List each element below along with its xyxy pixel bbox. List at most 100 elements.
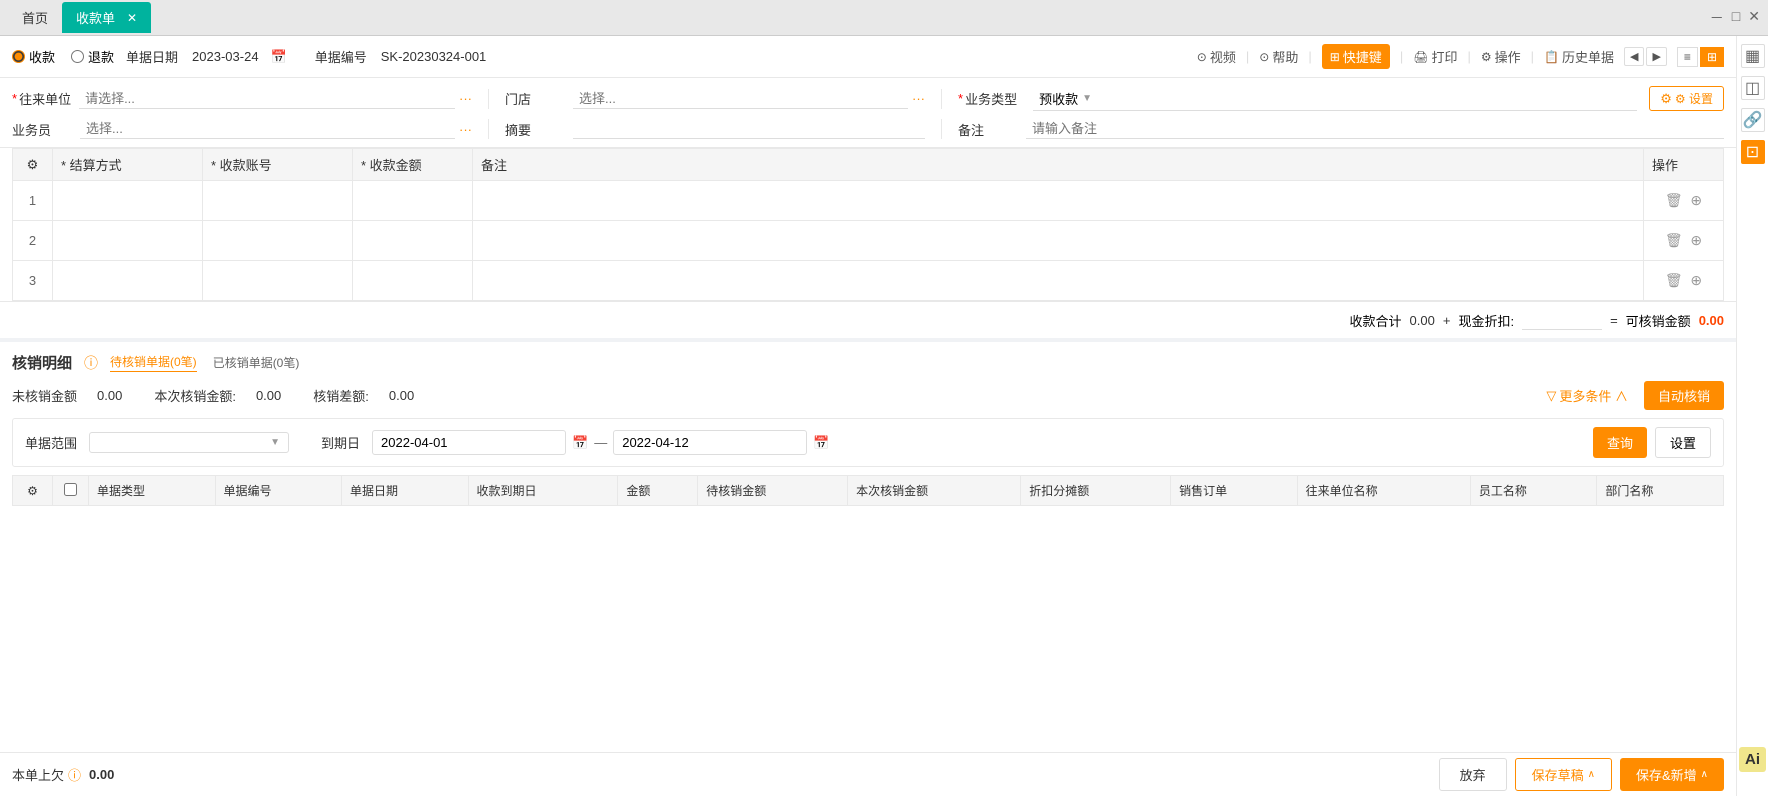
account-cell-1[interactable] xyxy=(203,181,353,221)
date-from-input[interactable] xyxy=(372,430,566,455)
biz-type-label: 业务类型 xyxy=(965,89,1025,108)
copy-icon-3[interactable]: ⊕ xyxy=(1690,272,1702,288)
salesperson-more-icon[interactable]: ··· xyxy=(459,122,472,137)
store-more-icon[interactable]: ··· xyxy=(912,91,925,106)
bill-date-value: 2023-03-24 xyxy=(192,49,259,64)
nav-next-btn[interactable]: ▶ xyxy=(1646,47,1666,66)
bottom-col-checkbox[interactable] xyxy=(53,476,89,506)
settle-cell-2[interactable] xyxy=(53,221,203,261)
abandon-button[interactable]: 放弃 xyxy=(1439,758,1507,791)
operation-btn[interactable]: ⚙ 操作 xyxy=(1481,47,1521,66)
delete-icon-3[interactable]: 🗑 xyxy=(1665,272,1683,288)
salesperson-input[interactable] xyxy=(80,119,455,139)
account-cell-2[interactable] xyxy=(203,221,353,261)
col-account-header: * 收款账号 xyxy=(203,149,353,181)
delete-icon-1[interactable]: 🗑 xyxy=(1665,192,1683,208)
delete-icon-2[interactable]: 🗑 xyxy=(1665,232,1683,248)
auto-reconcile-button[interactable]: 自动核销 xyxy=(1644,381,1724,410)
settle-cell-3[interactable] xyxy=(53,261,203,301)
tab-receipt[interactable]: 收款单 ✕ xyxy=(62,2,151,33)
remark-cell-1[interactable] xyxy=(473,181,1644,221)
bottom-col-dept: 部门名称 xyxy=(1597,476,1724,506)
save-new-button[interactable]: 保存&新增 ∧ xyxy=(1620,758,1724,791)
copy-icon-2[interactable]: ⊕ xyxy=(1690,232,1702,248)
sidebar-icon-2[interactable]: ◫ xyxy=(1741,76,1765,100)
ai-label[interactable]: Ai xyxy=(1739,747,1766,772)
minimize-icon[interactable]: － xyxy=(1710,8,1724,28)
nav-buttons: ◀ ▶ xyxy=(1624,47,1667,66)
remark-cell-3[interactable] xyxy=(473,261,1644,301)
recon-summary-row: 未核销金额 0.00 本次核销金额: 0.00 核销差额: 0.00 ▽ 更多条… xyxy=(12,381,1724,410)
calendar-to-icon[interactable]: 📅 xyxy=(813,435,829,451)
summary-input[interactable] xyxy=(573,119,925,139)
history-btn[interactable]: 📋 历史单据 xyxy=(1544,47,1614,66)
sidebar-icon-1[interactable]: ▦ xyxy=(1741,44,1765,68)
draft-arrow-icon: ∧ xyxy=(1588,769,1595,780)
amount-cell-3[interactable] xyxy=(353,261,473,301)
view-card-btn[interactable]: ⊞ xyxy=(1700,47,1724,67)
view-list-btn[interactable]: ≡ xyxy=(1677,47,1698,67)
bottom-col-discount: 折扣分摊额 xyxy=(1021,476,1171,506)
tab-home[interactable]: 首页 xyxy=(8,2,62,33)
bottom-col-current: 本次核销金额 xyxy=(848,476,1021,506)
more-conditions-btn[interactable]: ▽ 更多条件 ∧ xyxy=(1546,386,1628,405)
settings-button[interactable]: ⚙ ⚙ 设置 xyxy=(1649,86,1724,111)
help-btn[interactable]: ⊙ 帮助 xyxy=(1259,47,1298,66)
gear-icon: ⚙ xyxy=(1660,91,1672,107)
action-cell-3: 🗑 ⊕ xyxy=(1644,261,1724,301)
salesperson-label: 业务员 xyxy=(12,120,72,139)
remark-cell-2[interactable] xyxy=(473,221,1644,261)
nav-prev-btn[interactable]: ◀ xyxy=(1624,47,1644,66)
done-tab[interactable]: 已核销单据(0笔) xyxy=(213,354,300,371)
bill-range-select[interactable]: ▼ xyxy=(89,432,289,453)
select-all-checkbox[interactable] xyxy=(64,483,77,496)
date-to-input[interactable] xyxy=(613,430,807,455)
plus-sign: + xyxy=(1443,313,1451,328)
radio-refund[interactable]: 退款 xyxy=(71,47,114,66)
total-label: 收款合计 xyxy=(1350,311,1402,330)
remarks-input[interactable] xyxy=(1026,119,1724,139)
bottom-col-settings[interactable]: ⚙ xyxy=(13,476,53,506)
window-close-icon[interactable]: ✕ xyxy=(1748,8,1760,28)
sidebar-icon-4[interactable]: ⊡ xyxy=(1741,140,1765,164)
calendar-icon[interactable]: 📅 xyxy=(271,49,287,65)
counterpart-input[interactable] xyxy=(79,89,455,109)
amount-cell-2[interactable] xyxy=(353,221,473,261)
available-label: 可核销金额 xyxy=(1626,311,1691,330)
filter-settings-button[interactable]: 设置 xyxy=(1655,427,1711,458)
tab-close-icon[interactable]: ✕ xyxy=(127,11,137,25)
save-draft-button[interactable]: 保存草稿 ∧ xyxy=(1515,758,1612,791)
due-date-label: 到期日 xyxy=(321,433,360,452)
bill-date-label: 单据日期 xyxy=(126,47,178,66)
sidebar-icon-3[interactable]: 🔗 xyxy=(1741,108,1765,132)
video-btn[interactable]: ⊙ 视频 xyxy=(1197,47,1236,66)
recon-info-icon[interactable]: ⓘ xyxy=(84,353,98,373)
bottom-table-header: ⚙ 单据类型 单据编号 单据日期 收款到期日 金额 待核销金额 本次核销金额 折… xyxy=(13,476,1724,506)
store-input[interactable] xyxy=(573,89,908,109)
radio-receipt[interactable]: 收款 xyxy=(12,47,55,66)
row-num-3: 3 xyxy=(13,261,53,301)
bill-range-arrow-icon: ▼ xyxy=(270,437,280,448)
equals-sign: = xyxy=(1610,313,1618,328)
amount-cell-1[interactable] xyxy=(353,181,473,221)
copy-icon-1[interactable]: ⊕ xyxy=(1690,192,1702,208)
form-section: * 往来单位 ··· 门店 ··· * 业务类型 xyxy=(0,78,1736,148)
maximize-icon[interactable]: □ xyxy=(1732,8,1740,28)
view-toggle: ≡ ⊞ xyxy=(1677,47,1724,67)
biz-type-select[interactable]: 预收款 ▼ xyxy=(1033,87,1637,111)
account-cell-3[interactable] xyxy=(203,261,353,301)
query-button[interactable]: 查询 xyxy=(1593,427,1647,458)
counterpart-more-icon[interactable]: ··· xyxy=(459,91,472,106)
col-action-header: 操作 xyxy=(1644,149,1724,181)
bottom-col-pending: 待核销金额 xyxy=(698,476,848,506)
discount-input[interactable] xyxy=(1522,310,1602,330)
bottom-col-bill-no: 单据编号 xyxy=(215,476,342,506)
col-settings-header[interactable]: ⚙ xyxy=(13,149,53,181)
calendar-from-icon[interactable]: 📅 xyxy=(572,435,588,451)
bottom-info-icon[interactable]: ⓘ xyxy=(68,765,81,784)
settle-cell-1[interactable] xyxy=(53,181,203,221)
print-btn[interactable]: 🖨 打印 xyxy=(1413,47,1457,66)
shortcut-btn[interactable]: ⊞ 快捷键 xyxy=(1322,44,1390,69)
pending-tab[interactable]: 待核销单据(0笔) xyxy=(110,353,197,372)
bill-range-label: 单据范围 xyxy=(25,433,77,452)
